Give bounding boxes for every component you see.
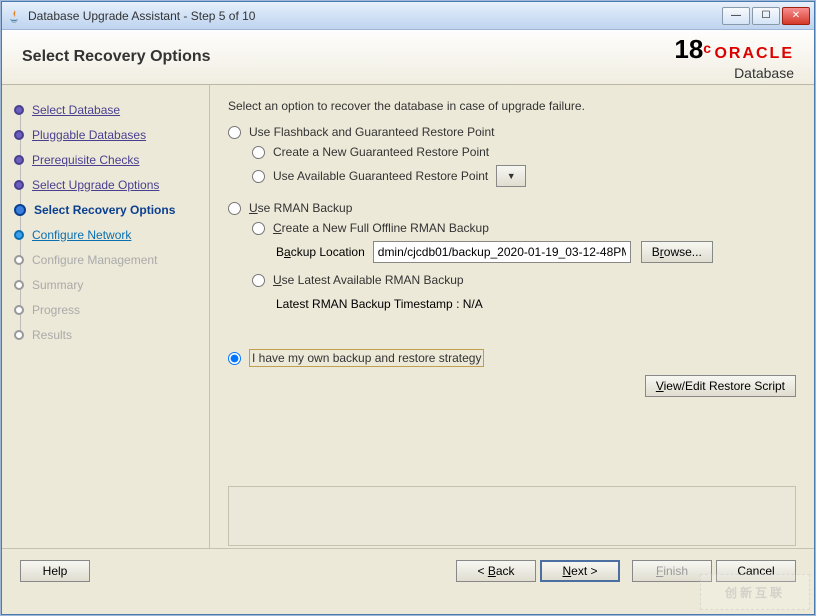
radio-use-avail-grp[interactable] <box>252 170 265 183</box>
sidebar: Select Database Pluggable Databases Prer… <box>2 85 210 548</box>
step-configure-management: Configure Management <box>14 247 205 272</box>
next-button[interactable]: Next > <box>540 560 620 582</box>
view-edit-restore-script-button[interactable]: View/Edit Restore Script <box>645 375 796 397</box>
oracle-logo: 18c ORACLE Database <box>674 34 794 81</box>
body: Select Database Pluggable Databases Prer… <box>2 85 814 548</box>
window: Database Upgrade Assistant - Step 5 of 1… <box>1 1 815 615</box>
page-title: Select Recovery Options <box>22 48 674 66</box>
backup-location-input[interactable] <box>373 241 631 263</box>
step-pluggable-databases[interactable]: Pluggable Databases <box>14 122 205 147</box>
minimize-button[interactable]: — <box>722 7 750 25</box>
intro-text: Select an option to recover the database… <box>228 99 796 113</box>
maximize-button[interactable]: ☐ <box>752 7 780 25</box>
radio-own-strategy[interactable] <box>228 352 241 365</box>
step-progress: Progress <box>14 297 205 322</box>
close-button[interactable]: ✕ <box>782 7 810 25</box>
window-title: Database Upgrade Assistant - Step 5 of 1… <box>28 9 722 23</box>
step-prerequisite-checks[interactable]: Prerequisite Checks <box>14 147 205 172</box>
radio-use-latest-backup[interactable] <box>252 274 265 287</box>
backup-location-row: Backup Location Browse... <box>276 241 796 263</box>
titlebar: Database Upgrade Assistant - Step 5 of 1… <box>2 2 814 30</box>
radio-flashback[interactable] <box>228 126 241 139</box>
option-use-avail-grp[interactable]: Use Available Guaranteed Restore Point <box>252 165 796 187</box>
option-flashback[interactable]: Use Flashback and Guaranteed Restore Poi… <box>228 125 796 139</box>
watermark: 创新互联 <box>700 574 810 610</box>
backup-location-label: Backup Location <box>276 245 365 259</box>
option-own-strategy[interactable]: I have my own backup and restore strateg… <box>228 349 796 367</box>
step-select-recovery-options: Select Recovery Options <box>14 197 205 222</box>
radio-rman[interactable] <box>228 202 241 215</box>
footer: Help < Back Next > Finish Cancel <box>2 548 814 592</box>
option-create-full-backup[interactable]: Create a New Full Offline RMAN Backup <box>252 221 796 235</box>
window-controls: — ☐ ✕ <box>722 7 810 25</box>
radio-create-new-grp[interactable] <box>252 146 265 159</box>
step-select-database[interactable]: Select Database <box>14 97 205 122</box>
browse-button[interactable]: Browse... <box>641 241 713 263</box>
step-select-upgrade-options[interactable]: Select Upgrade Options <box>14 172 205 197</box>
option-use-latest-backup[interactable]: Use Latest Available RMAN Backup <box>252 273 796 287</box>
step-summary: Summary <box>14 272 205 297</box>
step-results: Results <box>14 322 205 347</box>
step-configure-network[interactable]: Configure Network <box>14 222 205 247</box>
back-button[interactable]: < Back <box>456 560 536 582</box>
radio-create-full-backup[interactable] <box>252 222 265 235</box>
option-create-new-grp[interactable]: Create a New Guaranteed Restore Point <box>252 145 796 159</box>
wizard-steps: Select Database Pluggable Databases Prer… <box>14 97 205 347</box>
latest-backup-timestamp: Latest RMAN Backup Timestamp : N/A <box>276 297 483 311</box>
message-area <box>228 486 796 546</box>
main-panel: Select an option to recover the database… <box>210 85 814 548</box>
avail-grp-dropdown[interactable] <box>496 165 526 187</box>
header: Select Recovery Options 18c ORACLE Datab… <box>2 30 814 85</box>
option-rman[interactable]: Use RMAN Backup <box>228 201 796 215</box>
java-icon <box>6 8 22 24</box>
help-button[interactable]: Help <box>20 560 90 582</box>
